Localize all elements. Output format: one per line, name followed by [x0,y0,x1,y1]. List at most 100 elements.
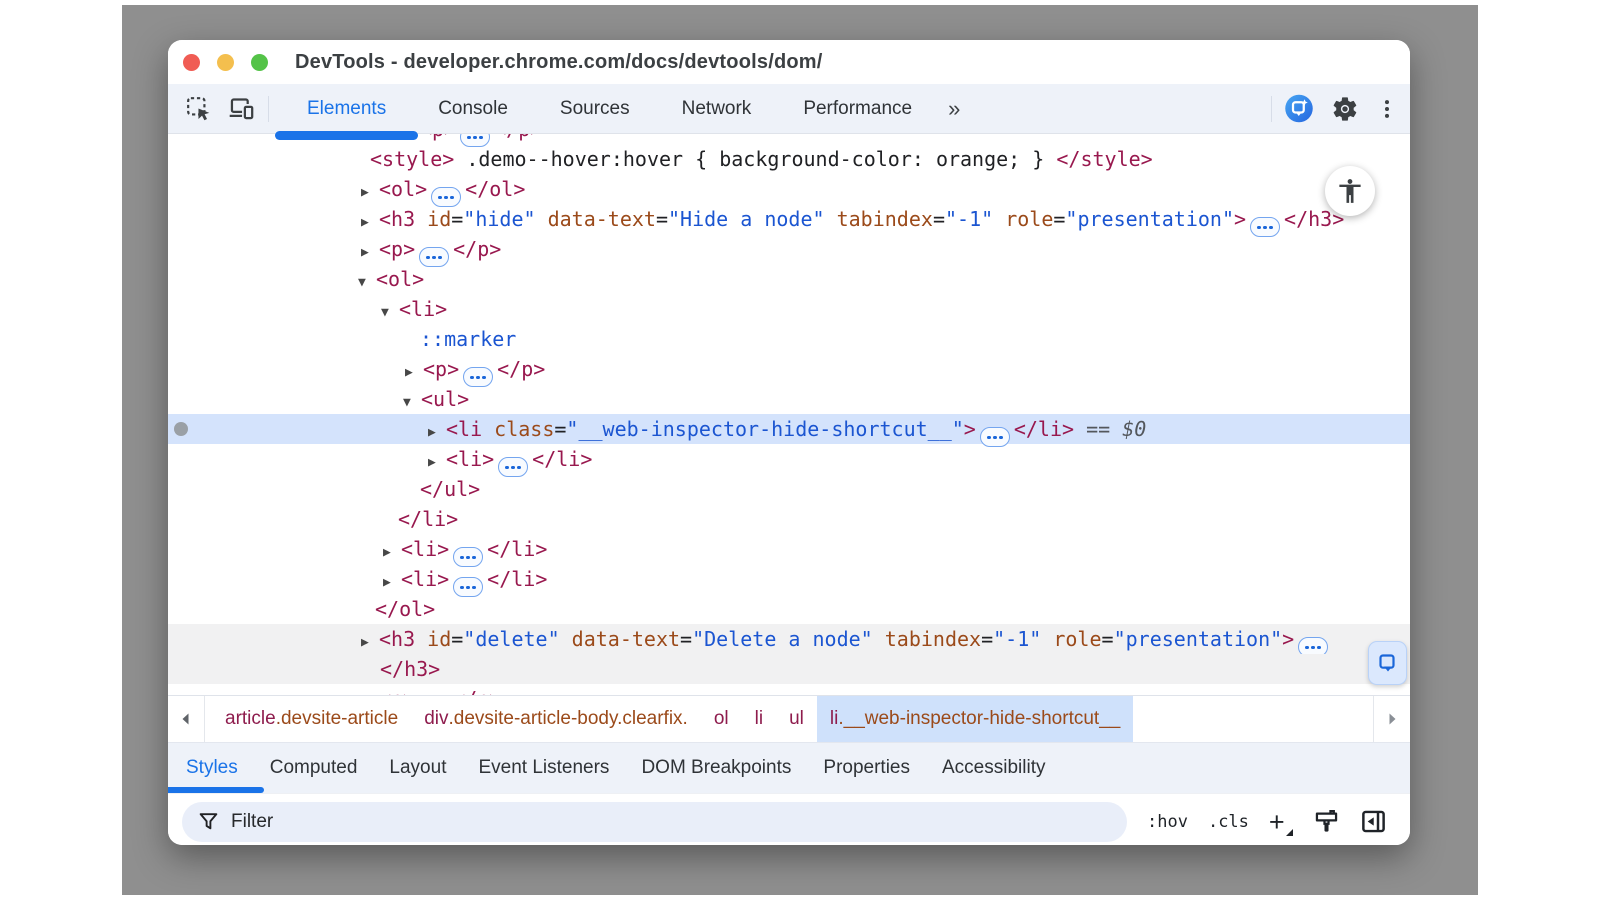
toggle-device-toolbar-button[interactable] [226,94,256,124]
code-token-eq: = [680,627,692,651]
code-token-meta: == $0 [1074,417,1146,441]
code-token-val: "presentation" [1065,207,1234,231]
code-token-val: "hide" [463,207,535,231]
code-token-tag: <p> [379,687,415,695]
code-token-tag: <li [446,417,482,441]
styles-pane-controls: :hov .cls + [1147,808,1387,835]
breadcrumb-class: .devsite-article-body.clearfix. [448,708,687,730]
tab-accessibility[interactable]: Accessibility [926,743,1061,793]
dom-tree-row[interactable]: ▶<h3 id="delete" data-text="Delete a nod… [168,624,1410,654]
code-token-tag: <ul> [421,387,469,411]
dom-tree-row[interactable]: ▼<ul> [168,384,1410,414]
breadcrumb-item[interactable]: ol [701,696,742,742]
code-token-tag: </li> [398,507,458,531]
rendering-brush-button[interactable] [1313,808,1340,835]
breadcrumb-item[interactable]: ul [776,696,817,742]
dom-tree-row[interactable]: ▶<p></p> [168,354,1410,384]
tab-performance[interactable]: Performance [777,84,938,133]
close-window-button[interactable] [183,54,200,71]
breadcrumb-scroll-left-button[interactable] [168,696,205,742]
breadcrumb-scroll-right-button[interactable] [1373,696,1410,742]
dom-tree-row[interactable]: </ul> [168,474,1410,504]
settings-button[interactable] [1330,94,1360,124]
code-token-tag: </li> [487,567,547,591]
code-token-val: "presentation" [1114,627,1283,651]
zoom-window-button[interactable] [251,54,268,71]
styles-filter-bar: Filter :hov .cls + [168,793,1410,845]
tab-dom-breakpoints[interactable]: DOM Breakpoints [625,743,807,793]
toggle-sidebar-button[interactable] [1360,808,1387,835]
tab-properties[interactable]: Properties [807,743,926,793]
code-token-tag: </li> [532,447,592,471]
dom-tree-row[interactable]: ::marker [168,324,1410,354]
dom-tree-row[interactable]: ▶<li></li> [168,564,1410,594]
tab-computed[interactable]: Computed [254,743,374,793]
dom-tree-row[interactable]: </h3> [168,654,1410,684]
breadcrumb: article.devsite-articlediv.devsite-artic… [205,696,1373,742]
breadcrumb-item[interactable]: div.devsite-article-body.clearfix. [411,696,701,742]
code-token-tag: </li> [1014,417,1074,441]
breadcrumb-item[interactable]: article.devsite-article [212,696,411,742]
breadcrumb-class: .__web-inspector-hide-shortcut__ [838,708,1120,730]
macos-traffic-lights [168,54,268,71]
tab-layout[interactable]: Layout [373,743,462,793]
tab-network[interactable]: Network [656,84,778,133]
code-token-tag: </p> [494,134,542,141]
dom-tree-row[interactable]: ▶<li></li> [168,444,1410,474]
active-tab-underline [168,787,264,793]
dom-tree-row[interactable]: ▶<li></li> [168,534,1410,564]
code-token-eq: = [451,627,463,651]
tab-styles[interactable]: Styles [170,743,254,793]
accessibility-person-icon [1335,176,1365,206]
breadcrumb-item[interactable]: li [742,696,776,742]
code-token-tag: <h3 [379,627,415,651]
tab-console[interactable]: Console [412,84,534,133]
dom-tree-row[interactable]: ▶<h3 id="hide" data-text="Hide a node" t… [168,204,1410,234]
more-panels-button[interactable]: » [938,96,968,122]
expand-arrow-icon[interactable]: ▶ [361,688,379,695]
filter-placeholder: Filter [231,811,273,833]
code-token-att: id [415,207,451,231]
toggle-classes-button[interactable]: .cls [1208,812,1249,832]
inspect-element-button[interactable] [184,94,214,124]
code-token-tag: </h3> [380,657,440,681]
accessibility-widget[interactable] [1325,166,1375,216]
new-style-rule-button[interactable]: + [1269,812,1293,832]
minimize-window-button[interactable] [217,54,234,71]
tab-sources[interactable]: Sources [534,84,656,133]
breadcrumb-item[interactable]: li.__web-inspector-hide-shortcut__ [817,696,1133,742]
dom-tree-panel: <p> </p> <style> .demo--hover:hover { back… [168,134,1410,695]
window-titlebar: DevTools - developer.chrome.com/docs/dev… [168,40,1410,84]
code-token-val: "__web-inspector-hide-shortcut__" [566,417,963,441]
dom-tree-row[interactable]: </ol> [168,594,1410,624]
code-token-tag: <li> [399,297,447,321]
toggle-sidebar-icon [1360,808,1387,835]
dom-tree-row[interactable]: <style> .demo--hover:hover { background-… [168,144,1410,174]
filter-input[interactable]: Filter [182,802,1127,842]
dom-tree-row[interactable]: ▶<ol></ol> [168,174,1410,204]
code-token-eq: = [981,627,993,651]
ai-assistance-button[interactable] [1284,94,1314,124]
code-token-att: tabindex [825,207,933,231]
code-token-tag: <li> [401,537,449,561]
dom-tree-row[interactable]: ▶<p></p> [168,684,1410,695]
plus-icon: + [1269,807,1285,837]
settings-gear-icon [1331,95,1359,123]
code-token-tag: <ol> [379,177,427,201]
code-token-val: "Delete a node" [692,627,873,651]
styles-pane-tabs: StylesComputedLayoutEvent ListenersDOM B… [168,742,1410,793]
tab-event-listeners[interactable]: Event Listeners [462,743,625,793]
dom-tree-row[interactable]: ▼<li> [168,294,1410,324]
tab-elements[interactable]: Elements [281,84,412,133]
panel-tabs: ElementsConsoleSourcesNetworkPerformance [281,84,938,133]
dom-tree-row[interactable]: ▶<p></p> [168,234,1410,264]
dom-tree-row[interactable]: </li> [168,504,1410,534]
dom-tree-row-selected[interactable]: ▶<li class="__web-inspector-hide-shortcu… [168,414,1410,444]
inspect-element-icon [186,96,212,122]
more-options-button[interactable] [1376,94,1398,124]
dom-tree-row[interactable]: ▼<ol> [168,264,1410,294]
code-token-att: tabindex [873,627,981,651]
ask-ai-button[interactable] [1368,641,1407,685]
toggle-element-state-button[interactable]: :hov [1147,812,1188,832]
code-token-tag: <p> [420,134,456,141]
